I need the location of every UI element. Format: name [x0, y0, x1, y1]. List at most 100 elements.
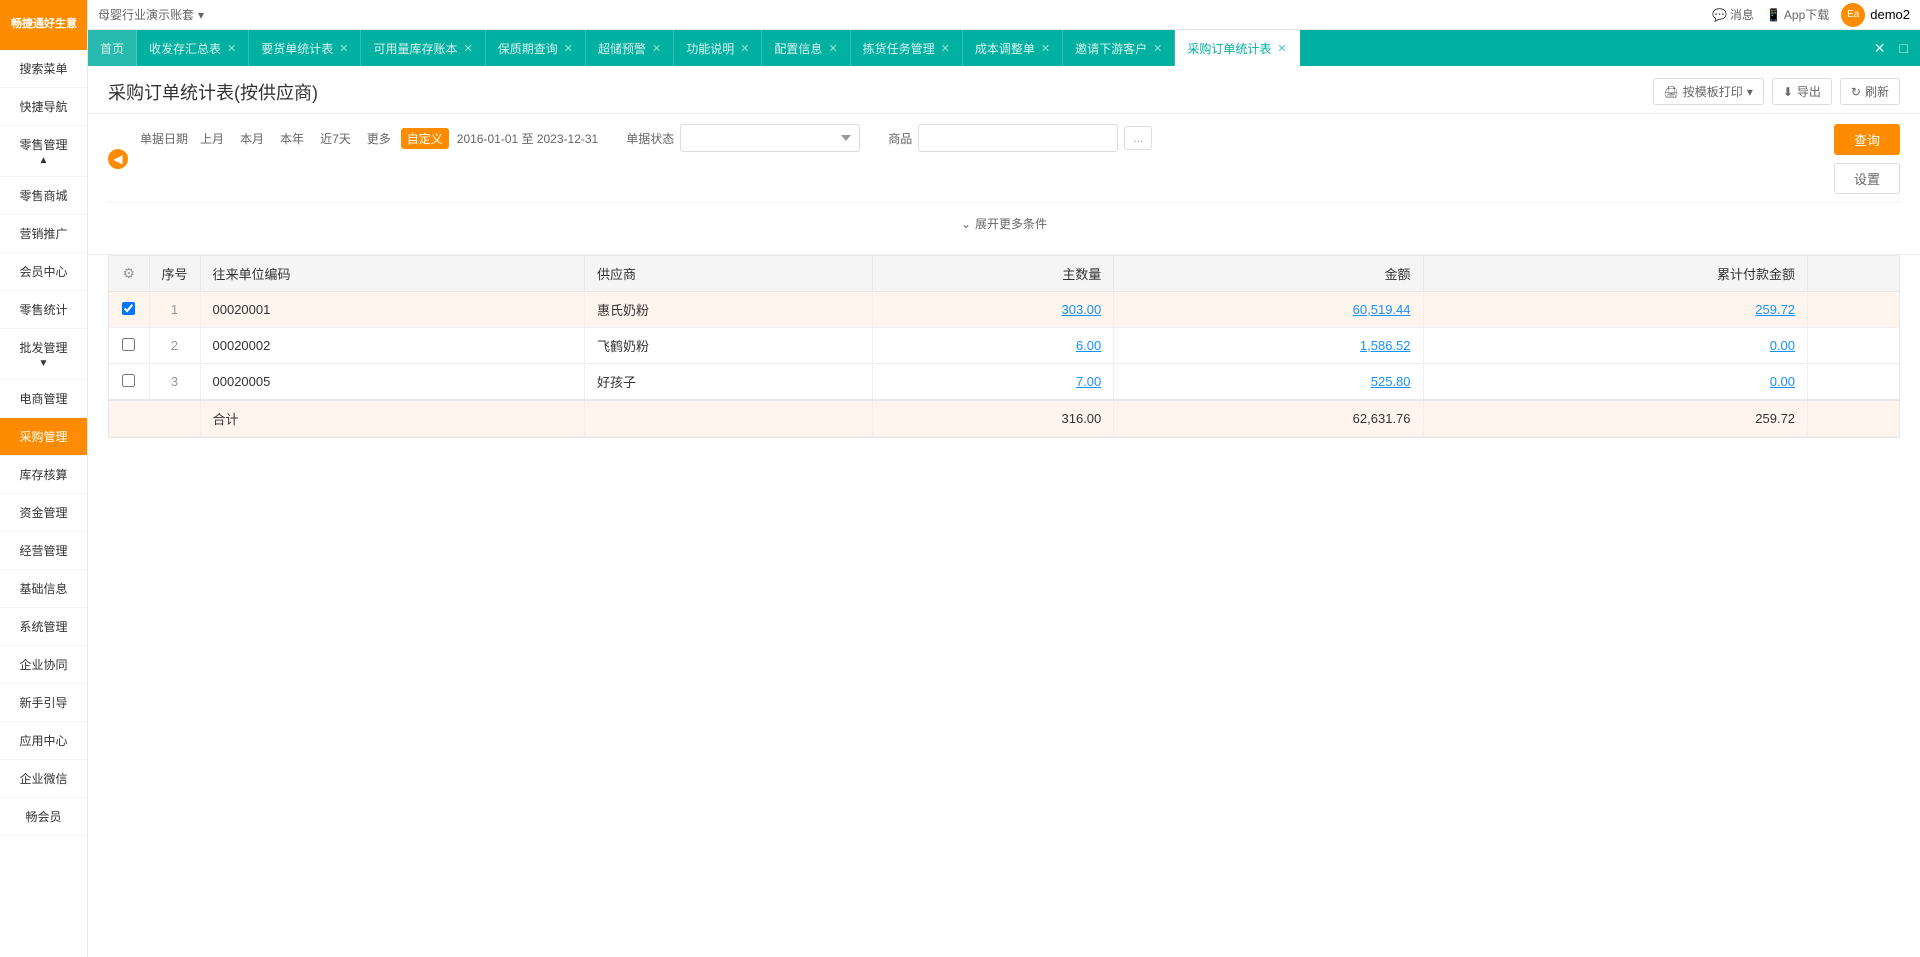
sidebar-item-marketing[interactable]: 营销推广	[0, 215, 87, 253]
tab-close-zhuohuo[interactable]: ✕	[941, 42, 950, 55]
sidebar: 畅捷通好生意 搜索菜单快捷导航零售管理▲零售商城营销推广会员中心零售统计批发管理…	[0, 0, 88, 957]
tab-close-peizhi[interactable]: ✕	[828, 42, 837, 55]
tab-caigou[interactable]: 采购订单统计表✕	[1175, 30, 1299, 66]
message-label: 消息	[1730, 6, 1754, 23]
row-extra	[1808, 328, 1899, 364]
sidebar-item-quick-nav[interactable]: 快捷导航	[0, 88, 87, 126]
tab-zhuohuo[interactable]: 拣货任务管理 ✕	[851, 30, 963, 66]
tab-close-gongneng[interactable]: ✕	[740, 42, 749, 55]
app-download-btn[interactable]: 📱 App下载	[1766, 6, 1829, 23]
sidebar-item-app-center[interactable]: 应用中心	[0, 722, 87, 760]
tab-label-chaochuyujing: 超储预警	[598, 40, 646, 57]
row-paid: 0.00	[1423, 364, 1808, 401]
expand-filter-btn[interactable]: ⌄ 展开更多条件	[949, 209, 1059, 238]
row-num: 3	[149, 364, 200, 401]
settings-btn[interactable]: 设置	[1834, 163, 1900, 194]
sidebar-item-members[interactable]: 畅会员	[0, 798, 87, 836]
date-btn-custom[interactable]: 自定义	[401, 128, 449, 149]
sidebar-item-inventory[interactable]: 库存核算	[0, 456, 87, 494]
tab-gongneng[interactable]: 功能说明✕	[674, 30, 762, 66]
print-btn[interactable]: 🖨 按模板打印 ▾	[1653, 78, 1764, 105]
sidebar-item-purchase-mgmt[interactable]: 采购管理	[0, 418, 87, 456]
maximize-btn[interactable]: □	[1896, 38, 1912, 58]
tab-keyongliang[interactable]: 可用量库存账本 ✕	[361, 30, 485, 66]
sidebar-item-basic-info[interactable]: 基础信息	[0, 570, 87, 608]
refresh-label: 刷新	[1865, 83, 1889, 100]
date-btn-last-month[interactable]: 上月	[194, 128, 230, 149]
filter-left: 单据日期 上月 本月 本年 近7天 更多 自定义	[140, 124, 1822, 152]
table-container: ⚙ 序号 往来单位编码 供应商 主数量 金额 累计付款金额 1 000200	[108, 255, 1900, 438]
close-all-tabs-btn[interactable]: ✕	[1870, 38, 1890, 59]
date-btn-more[interactable]: 更多	[361, 128, 397, 149]
tab-label-keyongliang: 可用量库存账本	[373, 40, 457, 57]
sidebar-item-search[interactable]: 搜索菜单	[0, 50, 87, 88]
status-select[interactable]: 待审核 已审核	[680, 124, 860, 152]
footer-empty	[109, 400, 200, 437]
tab-peizhi[interactable]: 配置信息✕	[762, 30, 850, 66]
sidebar-item-retail-stats[interactable]: 零售统计	[0, 291, 87, 329]
sidebar-item-ecommerce[interactable]: 电商管理	[0, 380, 87, 418]
tab-close-caigou[interactable]: ✕	[1277, 42, 1286, 55]
tab-close-yaohuodansingle[interactable]: ✕	[339, 42, 348, 55]
tab-close-shoufahuibi[interactable]: ✕	[227, 42, 236, 55]
tab-baozhouqi[interactable]: 保质期查询✕	[486, 30, 586, 66]
tab-label-chengben: 成本调整单	[975, 40, 1035, 57]
row-checkbox[interactable]	[109, 292, 149, 328]
tab-label-zhuohuo: 拣货任务管理	[863, 40, 935, 57]
sidebar-item-member[interactable]: 会员中心	[0, 253, 87, 291]
goods-input[interactable]	[918, 124, 1118, 152]
sidebar-item-enterprise-wechat[interactable]: 企业微信	[0, 760, 87, 798]
sidebar-item-system[interactable]: 系统管理	[0, 608, 87, 646]
sidebar-item-label-member: 会员中心	[19, 263, 67, 280]
sidebar-item-new-guide[interactable]: 新手引导	[0, 684, 87, 722]
tab-yaoqing[interactable]: 邀请下游客户 ✕	[1063, 30, 1175, 66]
tab-close-chengben[interactable]: ✕	[1041, 42, 1050, 55]
goods-more-btn[interactable]: ...	[1124, 126, 1152, 150]
sidebar-item-operations[interactable]: 经营管理	[0, 532, 87, 570]
tab-close-chaochuyujing[interactable]: ✕	[652, 42, 661, 55]
tab-shoufahuibi[interactable]: 收发存汇总表✕	[137, 30, 249, 66]
tab-close-keyongliang[interactable]: ✕	[464, 42, 473, 55]
date-btn-this-year[interactable]: 本年	[274, 128, 310, 149]
sidebar-item-label-enterprise-wechat: 企业微信	[19, 770, 67, 787]
collapse-filter-btn[interactable]: ◀	[108, 149, 128, 169]
table-setting-icon[interactable]: ⚙	[122, 265, 135, 281]
tab-chengben[interactable]: 成本调整单 ✕	[963, 30, 1063, 66]
page-content: 采购订单统计表(按供应商) 🖨 按模板打印 ▾ ⬇ 导出 ↻ 刷新	[88, 66, 1920, 957]
col-amount-header: 金额	[1114, 256, 1423, 292]
row-checkbox[interactable]	[109, 364, 149, 401]
refresh-btn[interactable]: ↻ 刷新	[1840, 78, 1900, 105]
sidebar-item-enterprise[interactable]: 企业协同	[0, 646, 87, 684]
status-filter: 单据状态 待审核 已审核	[626, 124, 860, 152]
query-btn[interactable]: 查询	[1834, 124, 1900, 155]
user-menu[interactable]: Ea demo2	[1841, 3, 1910, 27]
date-filter: 单据日期 上月 本月 本年 近7天 更多 自定义	[140, 128, 449, 149]
sidebar-item-retail-mgmt[interactable]: 零售管理▲	[0, 126, 87, 177]
tab-yaohuodansingle[interactable]: 要货单统计表 ✕	[249, 30, 361, 66]
workspace-selector[interactable]: 母婴行业演示账套 ▾	[98, 6, 1704, 23]
sidebar-item-label-search: 搜索菜单	[19, 60, 67, 77]
row-qty: 303.00	[872, 292, 1114, 328]
sidebar-item-label-finance: 资金管理	[19, 504, 67, 521]
sidebar-item-label-system: 系统管理	[19, 618, 67, 635]
date-btn-7days[interactable]: 近7天	[314, 128, 357, 149]
date-btn-this-month[interactable]: 本月	[234, 128, 270, 149]
message-btn[interactable]: 💬 消息	[1712, 6, 1754, 23]
row-supplier: 飞鹤奶粉	[585, 328, 872, 364]
tab-home[interactable]: 首页	[88, 30, 137, 66]
expand-filter-label: 展开更多条件	[975, 215, 1047, 232]
tab-close-yaoqing[interactable]: ✕	[1153, 42, 1162, 55]
sidebar-item-wholesale-mgmt[interactable]: 批发管理▼	[0, 329, 87, 380]
row-paid: 259.72	[1423, 292, 1808, 328]
export-btn[interactable]: ⬇ 导出	[1772, 78, 1832, 105]
tab-label-yaoqing: 邀请下游客户	[1075, 40, 1147, 57]
tab-chaochuyujing[interactable]: 超储预警 ✕	[586, 30, 674, 66]
row-checkbox[interactable]	[109, 328, 149, 364]
table-area: ⚙ 序号 往来单位编码 供应商 主数量 金额 累计付款金额 1 000200	[88, 255, 1920, 458]
tab-label-home: 首页	[100, 40, 124, 57]
tab-close-baozhouqi[interactable]: ✕	[564, 42, 573, 55]
tab-label-yaohuodansingle: 要货单统计表	[261, 40, 333, 57]
sidebar-item-retail-mall[interactable]: 零售商城	[0, 177, 87, 215]
refresh-icon: ↻	[1851, 85, 1861, 99]
sidebar-item-finance[interactable]: 资金管理	[0, 494, 87, 532]
